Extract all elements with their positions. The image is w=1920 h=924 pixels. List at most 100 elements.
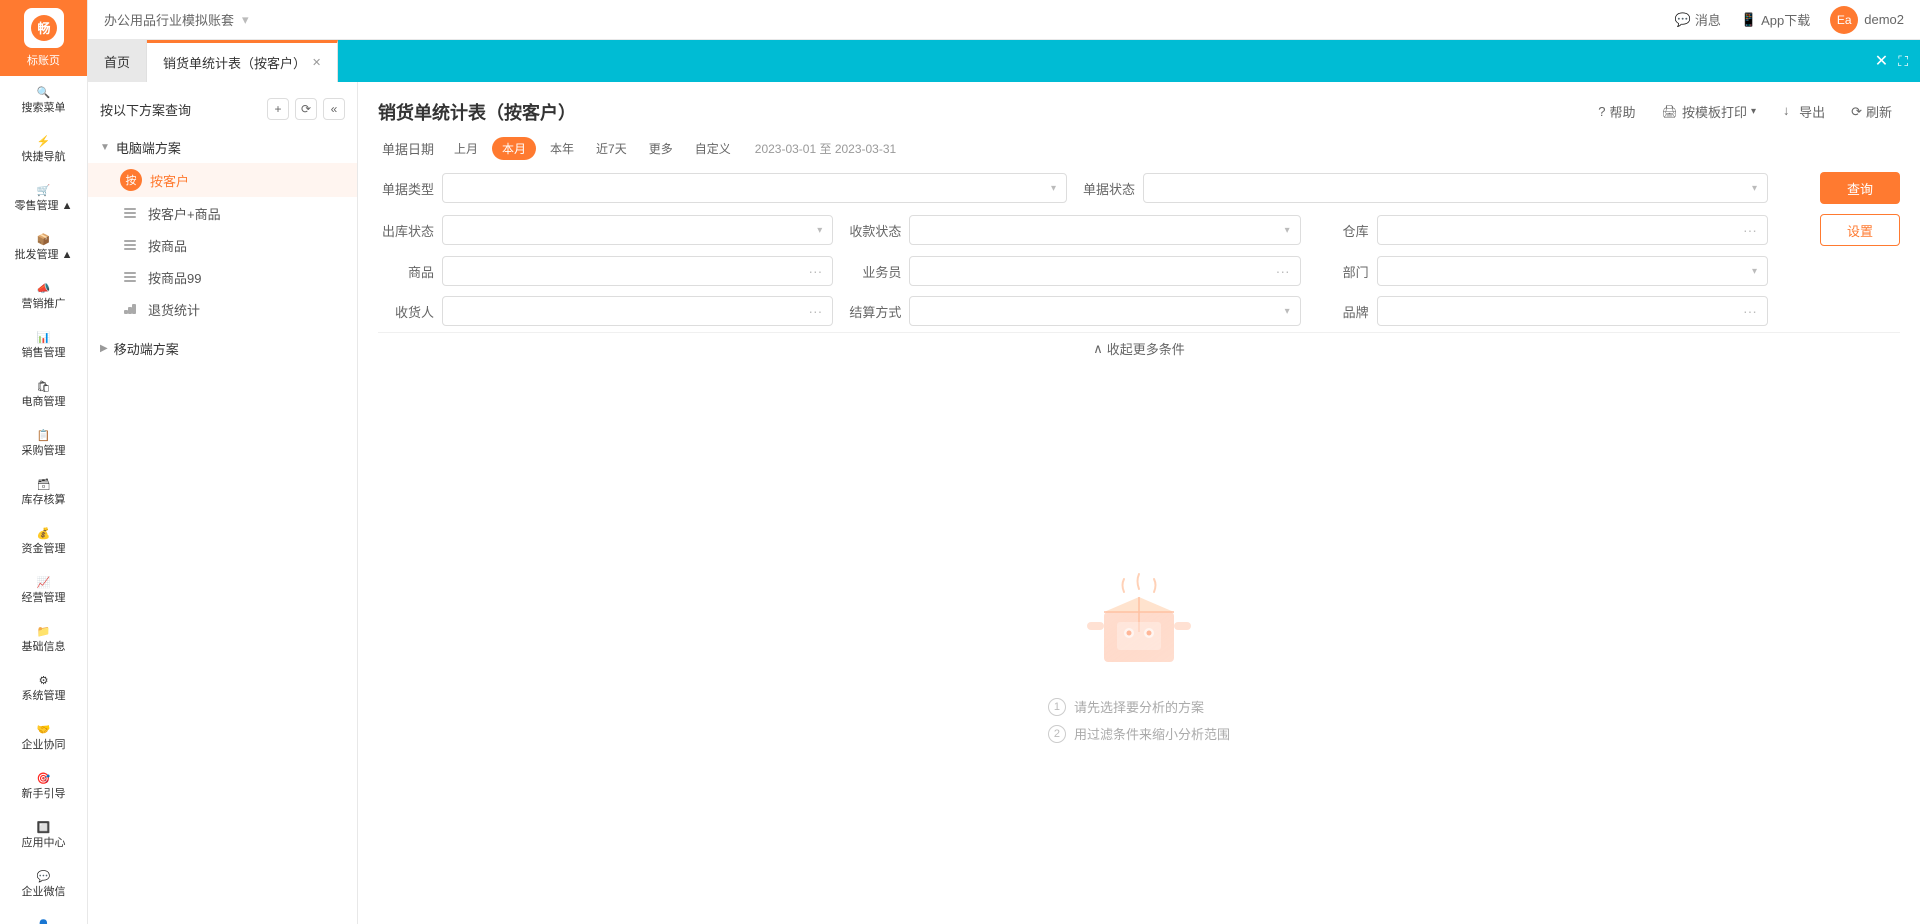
export-icon: →	[1781, 105, 1796, 118]
desktop-schemes-title[interactable]: ▼ 电脑端方案	[88, 132, 357, 163]
system-icon: ⚙	[39, 674, 49, 687]
query-button[interactable]: 查询	[1820, 172, 1900, 204]
sidebar-item-new-guide[interactable]: 🎯 新手引导	[0, 762, 87, 811]
close-icon[interactable]: ✕	[312, 56, 321, 69]
collapse-filters-button[interactable]: ∧ 收起更多条件	[378, 332, 1900, 364]
collapse-panel-button[interactable]: «	[323, 98, 345, 120]
payment-method-select[interactable]: ▾	[909, 296, 1300, 326]
scheme-label: 按商品	[148, 236, 187, 255]
sidebar-item-inventory[interactable]: 🗃 库存核算	[0, 468, 87, 517]
sidebar-item-marketing[interactable]: 📣 营销推广	[0, 272, 87, 321]
settings-button[interactable]: 设置	[1820, 214, 1900, 246]
refresh-button[interactable]: ⟳ 刷新	[1843, 98, 1900, 125]
content-area: 按以下方案查询 + ⟳ « ▼ 电脑端方案 按 按客户	[88, 82, 1920, 924]
dots-icon: ···	[808, 263, 822, 279]
sidebar-item-members[interactable]: 👤 畅会员	[0, 909, 87, 924]
tab-spacer	[338, 40, 1863, 82]
export-button[interactable]: → 导出	[1774, 98, 1833, 125]
header-actions: 💬 消息 📱 App下载 Ea demo2	[1675, 6, 1904, 34]
sidebar-item-operations[interactable]: 📈 经营管理	[0, 566, 87, 615]
app-download-action[interactable]: 📱 App下载	[1741, 10, 1810, 29]
procurement-icon: 📋	[37, 429, 51, 442]
scheme-by-customer[interactable]: 按 按客户	[88, 163, 357, 197]
scheme-label: 退货统计	[148, 300, 200, 319]
dropdown-arrow: ▾	[1285, 306, 1290, 317]
ecommerce-icon: 🛍	[37, 380, 51, 393]
department-select[interactable]: ▾	[1377, 256, 1768, 286]
salesperson-input[interactable]: ···	[909, 256, 1300, 286]
expand-icon: ▼	[100, 142, 110, 153]
sidebar-item-label: 系统管理	[22, 687, 66, 703]
shortcut-custom[interactable]: 自定义	[687, 137, 739, 160]
user-area[interactable]: Ea demo2	[1830, 6, 1904, 34]
scheme-return-stats[interactable]: 退货统计	[88, 293, 357, 325]
app-center-icon: 🔲	[37, 821, 51, 834]
message-action[interactable]: 💬 消息	[1675, 10, 1721, 29]
app-logo[interactable]: 畅 标账页	[0, 0, 87, 76]
maximize-window-icon[interactable]: ⛶	[1898, 53, 1908, 70]
logo-text: 标账页	[27, 52, 60, 68]
sidebar-item-label: 采购管理	[22, 442, 66, 458]
query-btn-area: 查询	[1780, 172, 1900, 204]
sidebar-item-wholesale[interactable]: 📦 批发管理 ▲	[0, 223, 87, 272]
shortcut-last-month[interactable]: 上月	[446, 137, 486, 160]
out-status-select[interactable]: ▾	[442, 215, 833, 245]
template-print-button[interactable]: 🖨 按模板打印 ▾	[1654, 98, 1765, 125]
recipient-input[interactable]: ···	[442, 296, 833, 326]
out-status-label: 出库状态	[378, 221, 434, 240]
shortcut-this-month[interactable]: 本月	[492, 137, 536, 160]
sidebar-item-quick-nav[interactable]: ⚡ 快捷导航	[0, 125, 87, 174]
scheme-by-goods[interactable]: 按商品	[88, 229, 357, 261]
empty-state: 1 请先选择要分析的方案 2 用过滤条件来缩小分析范围	[358, 376, 1920, 924]
sidebar: 畅 标账页 🔍 搜索菜单 ⚡ 快捷导航 🛒 零售管理 ▲ 📦 批发管理 ▲ 📣 …	[0, 0, 88, 924]
shortcut-more[interactable]: 更多	[641, 137, 681, 160]
scheme-icon	[120, 267, 140, 287]
shortcut-this-year[interactable]: 本年	[542, 137, 582, 160]
tab-sales-stats[interactable]: 销货单统计表（按客户） ✕	[147, 40, 338, 82]
out-status-field: 出库状态 ▾	[378, 215, 833, 245]
collapse-arrow-icon: ∧	[1093, 341, 1103, 357]
sidebar-item-finance[interactable]: 💰 资金管理	[0, 517, 87, 566]
goods-input[interactable]: ···	[442, 256, 833, 286]
payment-status-select[interactable]: ▾	[909, 215, 1300, 245]
doc-status-select[interactable]: ▾	[1143, 173, 1768, 203]
sidebar-item-base-info[interactable]: 📁 基础信息	[0, 615, 87, 664]
dots-icon: ···	[1743, 222, 1757, 238]
help-button[interactable]: ? 帮助	[1590, 98, 1643, 125]
doc-type-select[interactable]: ▾	[442, 173, 1067, 203]
finance-icon: 💰	[37, 527, 51, 540]
sidebar-item-ecommerce[interactable]: 🛍 电商管理	[0, 370, 87, 419]
sidebar-item-enterprise[interactable]: 🤝 企业协同	[0, 713, 87, 762]
date-range-display: 2023-03-01 至 2023-03-31	[755, 140, 896, 157]
sidebar-item-app-center[interactable]: 🔲 应用中心	[0, 811, 87, 860]
scheme-label: 按商品99	[148, 268, 201, 287]
sidebar-item-retail[interactable]: 🛒 零售管理 ▲	[0, 174, 87, 223]
mobile-schemes-group: ▶ 移动端方案	[88, 329, 357, 368]
sidebar-item-procurement[interactable]: 📋 采购管理	[0, 419, 87, 468]
brand-label: 品牌	[1313, 302, 1369, 321]
mobile-schemes-title[interactable]: ▶ 移动端方案	[88, 333, 357, 364]
print-icon: 🖨	[1662, 104, 1679, 120]
tab-home-label: 首页	[104, 52, 130, 71]
app-download-icon: 📱	[1741, 12, 1757, 28]
brand-input[interactable]: ···	[1377, 296, 1768, 326]
doc-status-label: 单据状态	[1079, 179, 1135, 198]
sidebar-item-system[interactable]: ⚙ 系统管理	[0, 664, 87, 713]
warehouse-input[interactable]: ···	[1377, 215, 1768, 245]
sidebar-item-enterprise-wechat[interactable]: 💬 企业微信	[0, 860, 87, 909]
refresh-scheme-button[interactable]: ⟳	[295, 98, 317, 120]
sidebar-item-label: 基础信息	[22, 638, 66, 654]
shortcut-last-7-days[interactable]: 近7天	[588, 137, 635, 160]
group-label: 电脑端方案	[116, 138, 181, 157]
tab-home[interactable]: 首页	[88, 40, 147, 82]
app-title-area[interactable]: 办公用品行业模拟账套 ▾	[104, 10, 249, 29]
page-title-bar: 销货单统计表（按客户） ? 帮助 🖨 按模板打印 ▾ → 导出	[358, 82, 1920, 137]
scheme-by-customer-goods[interactable]: 按客户+商品	[88, 197, 357, 229]
close-window-icon[interactable]: ✕	[1875, 51, 1888, 71]
sidebar-item-search[interactable]: 🔍 搜索菜单	[0, 76, 87, 125]
dots-icon: ···	[808, 303, 822, 319]
add-scheme-button[interactable]: +	[267, 98, 289, 120]
filter-area: 单据日期 上月 本月 本年 近7天 更多 自定义 2023-03-01 至 20…	[358, 137, 1920, 376]
sidebar-item-sales-mgmt[interactable]: 📊 销售管理	[0, 321, 87, 370]
scheme-by-goods-99[interactable]: 按商品99	[88, 261, 357, 293]
